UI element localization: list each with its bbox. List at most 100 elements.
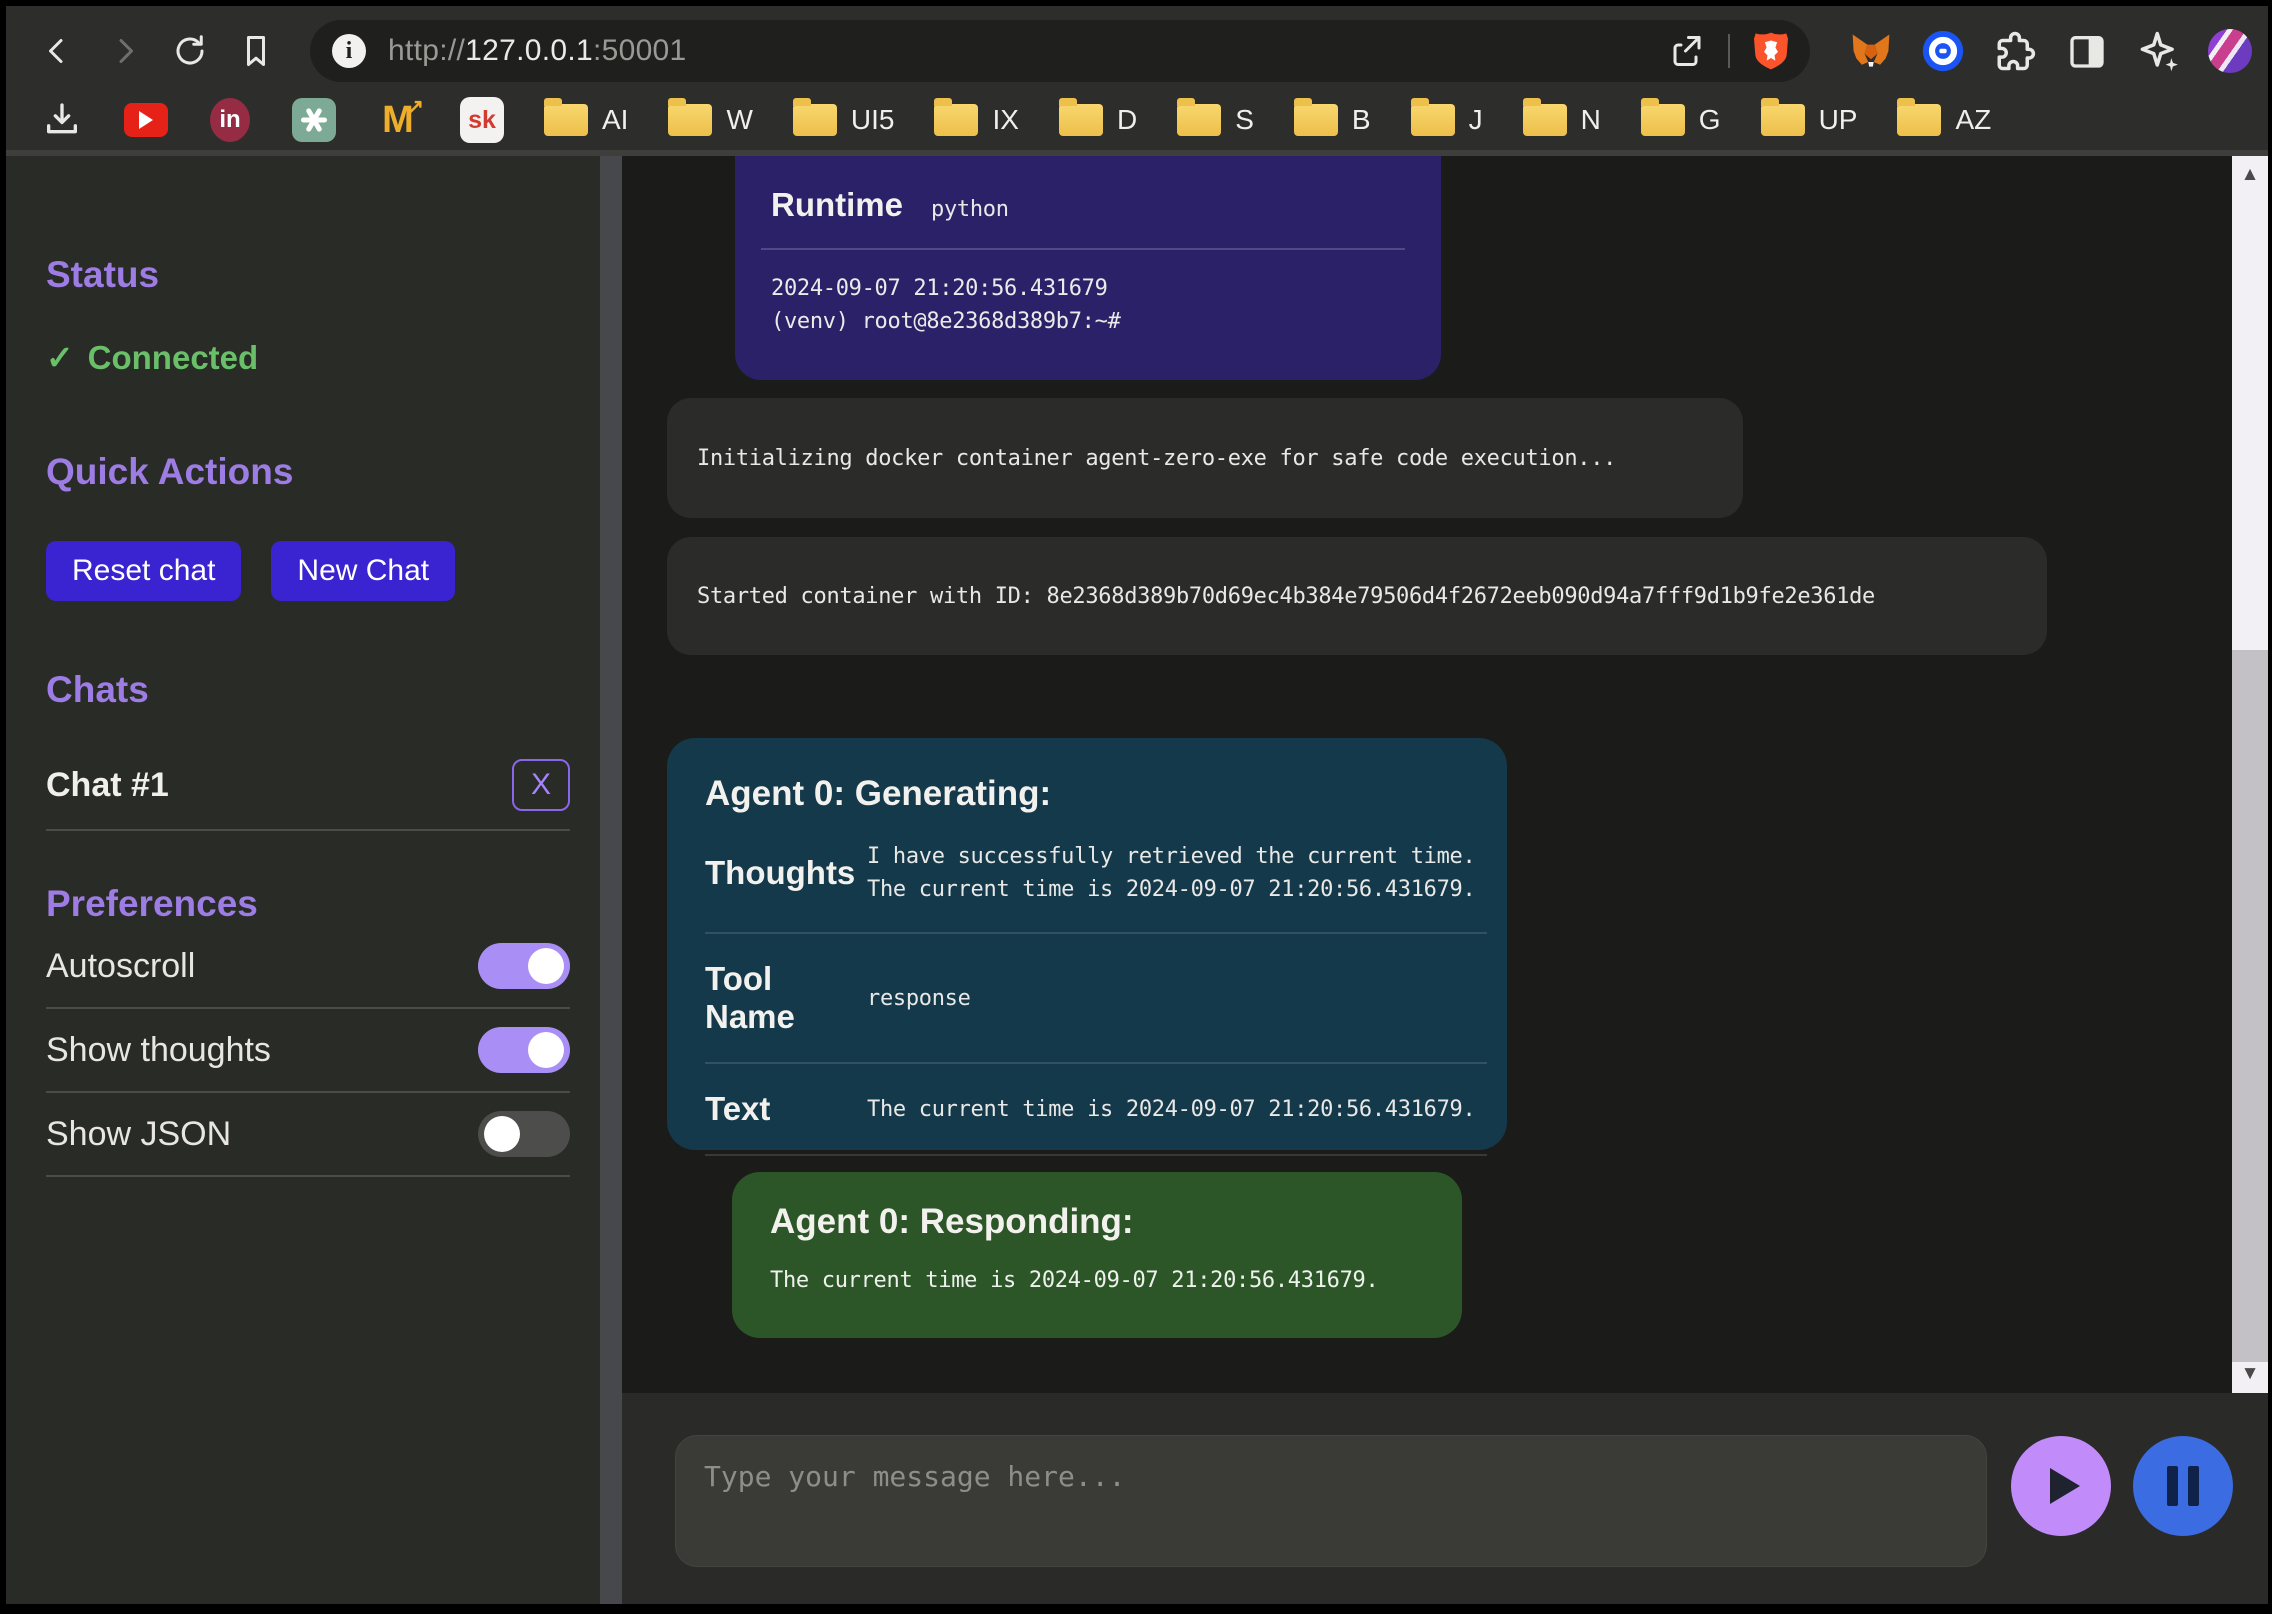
chat-item-label[interactable]: Chat #1	[46, 766, 169, 805]
folder-icon	[792, 98, 837, 136]
bookmark-folder-b[interactable]: B	[1293, 98, 1371, 136]
bookmark-folder-label: S	[1235, 104, 1254, 135]
bookmark-folder-j[interactable]: J	[1410, 98, 1483, 136]
reset-chat-button[interactable]: Reset chat	[46, 541, 242, 601]
bookmark-folder-label: D	[1116, 104, 1138, 135]
message-list: Runtime python 2024-09-07 21:20:56.43167…	[622, 156, 2268, 1393]
bookmark-folder-ai[interactable]: AI	[544, 98, 629, 136]
youtube-bookmark-icon[interactable]	[124, 98, 168, 142]
autoscroll-toggle[interactable]	[478, 943, 570, 989]
pref-row-show-thoughts: Show thoughts	[46, 1009, 570, 1093]
folder-icon	[1760, 98, 1805, 136]
folder-icon	[1410, 98, 1455, 136]
extensions-puzzle-icon[interactable]	[1992, 28, 2038, 74]
agent-generating-heading: Agent 0: Generating:	[705, 774, 1052, 813]
connection-status: ✓ Connected	[46, 338, 570, 377]
url-host: 127.0.0.1	[465, 34, 593, 67]
bookmark-folder-label: IX	[992, 104, 1019, 135]
check-icon: ✓	[46, 339, 74, 376]
bookmark-folders: AI W UI5 IX D S B J N G UP AZ	[544, 98, 1992, 136]
bookmark-folder-w[interactable]: W	[668, 98, 753, 136]
extension-icons	[1848, 28, 2272, 74]
send-button[interactable]	[2011, 1436, 2111, 1536]
sparkle-icon[interactable]	[2136, 28, 2182, 74]
sidebar-resize-handle[interactable]	[600, 156, 622, 1604]
reload-icon[interactable]	[162, 23, 218, 79]
url-bar[interactable]: i http://127.0.0.1:50001	[310, 20, 1810, 82]
m-arrow-bookmark-icon[interactable]: M ↗	[376, 97, 424, 142]
bookmark-folder-s[interactable]: S	[1177, 98, 1254, 136]
downloads-icon[interactable]	[40, 98, 84, 142]
agent-responding-message: Agent 0: Responding: The current time is…	[732, 1172, 1462, 1338]
close-chat-button[interactable]: X	[512, 759, 570, 811]
show-json-toggle[interactable]	[478, 1111, 570, 1157]
bookmark-folder-d[interactable]: D	[1058, 98, 1138, 136]
folder-icon	[1058, 98, 1103, 136]
toggle-knob	[484, 1116, 520, 1152]
tool-name-value: response	[867, 985, 971, 1011]
bookmark-folder-g[interactable]: G	[1640, 98, 1721, 136]
show-json-label: Show JSON	[46, 1114, 232, 1153]
coinbase-icon[interactable]	[1920, 28, 1966, 74]
divider	[761, 248, 1405, 250]
back-icon[interactable]	[30, 23, 86, 79]
url-text[interactable]: http://127.0.0.1:50001	[388, 34, 687, 68]
scrollbar[interactable]: ▲ ▼	[2232, 156, 2268, 1393]
bookmark-folder-up[interactable]: UP	[1760, 98, 1857, 136]
scroll-down-icon[interactable]: ▼	[2232, 1359, 2268, 1389]
agent-generating-message: Agent 0: Generating: Thoughts I have suc…	[667, 738, 1507, 1156]
metamask-icon[interactable]	[1848, 28, 1894, 74]
bookmark-folder-label: AZ	[1955, 104, 1992, 135]
linkedin-bookmark-icon[interactable]: in	[208, 98, 252, 142]
sidebar-panel-icon[interactable]	[2064, 28, 2110, 74]
scrollbar-thumb[interactable]	[2232, 650, 2268, 1362]
bookmark-folder-label: G	[1698, 104, 1721, 135]
text-label: Text	[705, 1090, 771, 1127]
pause-icon	[2167, 1466, 2178, 1506]
site-info-icon[interactable]: i	[332, 34, 366, 68]
text-value: The current time is 2024-09-07 21:20:56.…	[867, 1096, 1476, 1122]
bookmark-folder-label: AI	[602, 104, 629, 135]
folder-icon	[544, 98, 588, 136]
sk-bookmark-icon[interactable]: sk	[460, 97, 504, 143]
folder-icon	[934, 98, 979, 136]
kvp-row-thoughts: Thoughts I have successfully retrieved t…	[705, 814, 1487, 934]
pause-button[interactable]	[2133, 1436, 2233, 1536]
chatgpt-bookmark-icon[interactable]	[292, 98, 336, 142]
bookmark-folder-ui5[interactable]: UI5	[792, 98, 894, 136]
chat-list-item[interactable]: Chat #1 X	[46, 759, 570, 831]
bookmarks-bar: in M ↗ sk AI W UI5 IX D S B J N G UP AZ	[6, 96, 2268, 150]
preferences-heading: Preferences	[46, 883, 258, 924]
profile-avatar[interactable]	[2208, 29, 2252, 73]
brave-shield-icon[interactable]	[1748, 28, 1794, 74]
runtime-message: Runtime python 2024-09-07 21:20:56.43167…	[735, 156, 1441, 380]
autoscroll-label: Autoscroll	[46, 946, 196, 985]
folder-icon	[1177, 98, 1222, 136]
bookmark-folder-az[interactable]: AZ	[1897, 98, 1992, 136]
info-message-container-id: Started container with ID: 8e2368d389b70…	[667, 537, 2047, 655]
sidebar: Status ✓ Connected Quick Actions Reset c…	[6, 156, 600, 1604]
send-icon	[2050, 1468, 2080, 1504]
browser-toolbar: i http://127.0.0.1:50001	[6, 6, 2268, 96]
bookmark-folder-ix[interactable]: IX	[934, 98, 1019, 136]
url-scheme: http://	[388, 34, 466, 67]
share-icon[interactable]	[1664, 28, 1710, 74]
message-input[interactable]	[675, 1435, 1987, 1567]
kvp-row-tool-name: Tool Name response	[705, 934, 1487, 1064]
status-heading: Status	[46, 254, 160, 295]
runtime-output: 2024-09-07 21:20:56.431679 (venv) root@8…	[771, 276, 1121, 334]
new-chat-button[interactable]: New Chat	[271, 541, 456, 601]
folder-icon	[1897, 98, 1942, 136]
bookmark-folder-label: B	[1351, 104, 1371, 135]
forward-icon[interactable]	[96, 23, 152, 79]
chat-panel: Runtime python 2024-09-07 21:20:56.43167…	[622, 156, 2268, 1604]
pref-row-autoscroll: Autoscroll	[46, 925, 570, 1009]
scroll-up-icon[interactable]: ▲	[2232, 160, 2268, 190]
show-thoughts-toggle[interactable]	[478, 1027, 570, 1073]
bookmark-icon[interactable]	[228, 23, 284, 79]
bookmark-folder-n[interactable]: N	[1522, 98, 1601, 136]
kvp-row-text: Text The current time is 2024-09-07 21:2…	[705, 1064, 1487, 1156]
connected-label: Connected	[87, 338, 259, 376]
info-message-initializing: Initializing docker container agent-zero…	[667, 398, 1743, 518]
bookmark-folder-label: N	[1580, 104, 1601, 135]
